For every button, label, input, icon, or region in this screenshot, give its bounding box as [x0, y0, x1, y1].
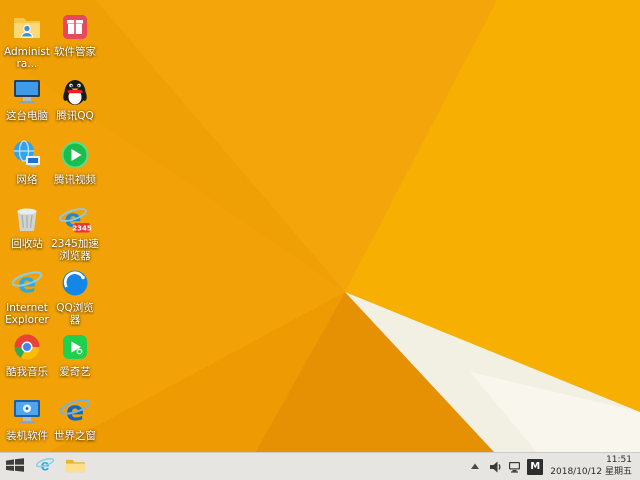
internet-explorer-icon: e: [10, 266, 44, 300]
pc-software-icon: [10, 394, 44, 428]
icon-label: 爱奇艺: [59, 366, 91, 378]
icon-label: 酷我音乐: [6, 366, 48, 378]
tencent-video-icon: [58, 138, 92, 172]
desktop-icon-recycle-bin[interactable]: 回收站: [3, 202, 51, 250]
icon-label: 这台电脑: [6, 110, 48, 122]
software-manager-icon: [58, 10, 92, 44]
desktop-icon-software-manager[interactable]: 软件管家: [51, 10, 99, 58]
desktop-icon-internet-explorer[interactable]: e Internet Explorer: [3, 266, 51, 326]
icon-label: QQ浏览器: [56, 302, 94, 327]
icon-label: 软件管家: [54, 46, 96, 58]
world-window-icon: e: [58, 394, 92, 428]
icon-label: 装机软件: [6, 430, 48, 442]
icon-label: Administra...: [4, 46, 50, 71]
user-files-icon: [10, 10, 44, 44]
clock-date: 2018/10/12 星期五: [550, 466, 632, 477]
svg-text:2345: 2345: [72, 225, 92, 233]
taskbar-internet-explorer-button[interactable]: e: [30, 453, 60, 480]
recycle-bin-icon: [10, 202, 44, 236]
desktop-icon-this-pc[interactable]: 这台电脑: [3, 74, 51, 122]
desktop-icon-tencent-video[interactable]: 腾讯视频: [51, 138, 99, 186]
clock-time: 11:51: [606, 455, 632, 466]
system-tray: M 11:51 2018/10/12 星期五: [467, 453, 640, 480]
hidden-icons-chevron[interactable]: [467, 458, 483, 476]
taskbar-clock[interactable]: 11:51 2018/10/12 星期五: [547, 455, 635, 478]
desktop-icon-music[interactable]: 酷我音乐: [3, 330, 51, 378]
windows-logo-icon: [6, 458, 24, 475]
start-button[interactable]: [0, 453, 30, 480]
desktop-icon-qq-browser[interactable]: QQ浏览器: [51, 266, 99, 326]
desktop-icon-administrator[interactable]: Administra...: [3, 10, 51, 70]
iqiyi-icon: [58, 330, 92, 364]
volume-icon[interactable]: [487, 458, 503, 476]
this-pc-icon: [10, 74, 44, 108]
taskbar-left: e: [0, 453, 90, 480]
qq-browser-icon: [58, 266, 92, 300]
icon-label: 腾讯视频: [54, 174, 96, 186]
input-method-indicator[interactable]: M: [527, 458, 544, 475]
icon-label: 回收站: [11, 238, 43, 250]
icon-label: 腾讯QQ: [56, 110, 94, 122]
icon-label: 世界之窗: [54, 430, 96, 442]
taskbar-file-explorer-button[interactable]: [60, 453, 90, 480]
folder-icon: [65, 457, 86, 477]
desktop-screen: Administra... 这台电脑 网络 回收站 e Internet Exp…: [0, 0, 640, 480]
icon-label: 网络: [16, 174, 38, 186]
music-pinwheel-icon: [10, 330, 44, 364]
icon-label: Internet Explorer: [5, 302, 49, 327]
taskbar: e M 11:51 2018/10/12 星期五: [0, 452, 640, 480]
desktop-icon-network[interactable]: 网络: [3, 138, 51, 186]
desktop-icon-tencent-qq[interactable]: 腾讯QQ: [51, 74, 99, 122]
network-icon[interactable]: [507, 458, 523, 476]
icon-label: 2345加速浏览器: [51, 238, 99, 263]
internet-explorer-icon: e: [35, 455, 55, 478]
desktop-icon-pc-software[interactable]: 装机软件: [3, 394, 51, 442]
network-icon: [10, 138, 44, 172]
desktop-icon-2345-browser[interactable]: e 2345 2345加速浏览器: [51, 202, 99, 262]
desktop-icon-iqiyi[interactable]: 爱奇艺: [51, 330, 99, 378]
2345-browser-icon: e 2345: [58, 202, 92, 236]
tencent-qq-icon: [58, 74, 92, 108]
desktop-icon-world-window[interactable]: e 世界之窗: [51, 394, 99, 442]
